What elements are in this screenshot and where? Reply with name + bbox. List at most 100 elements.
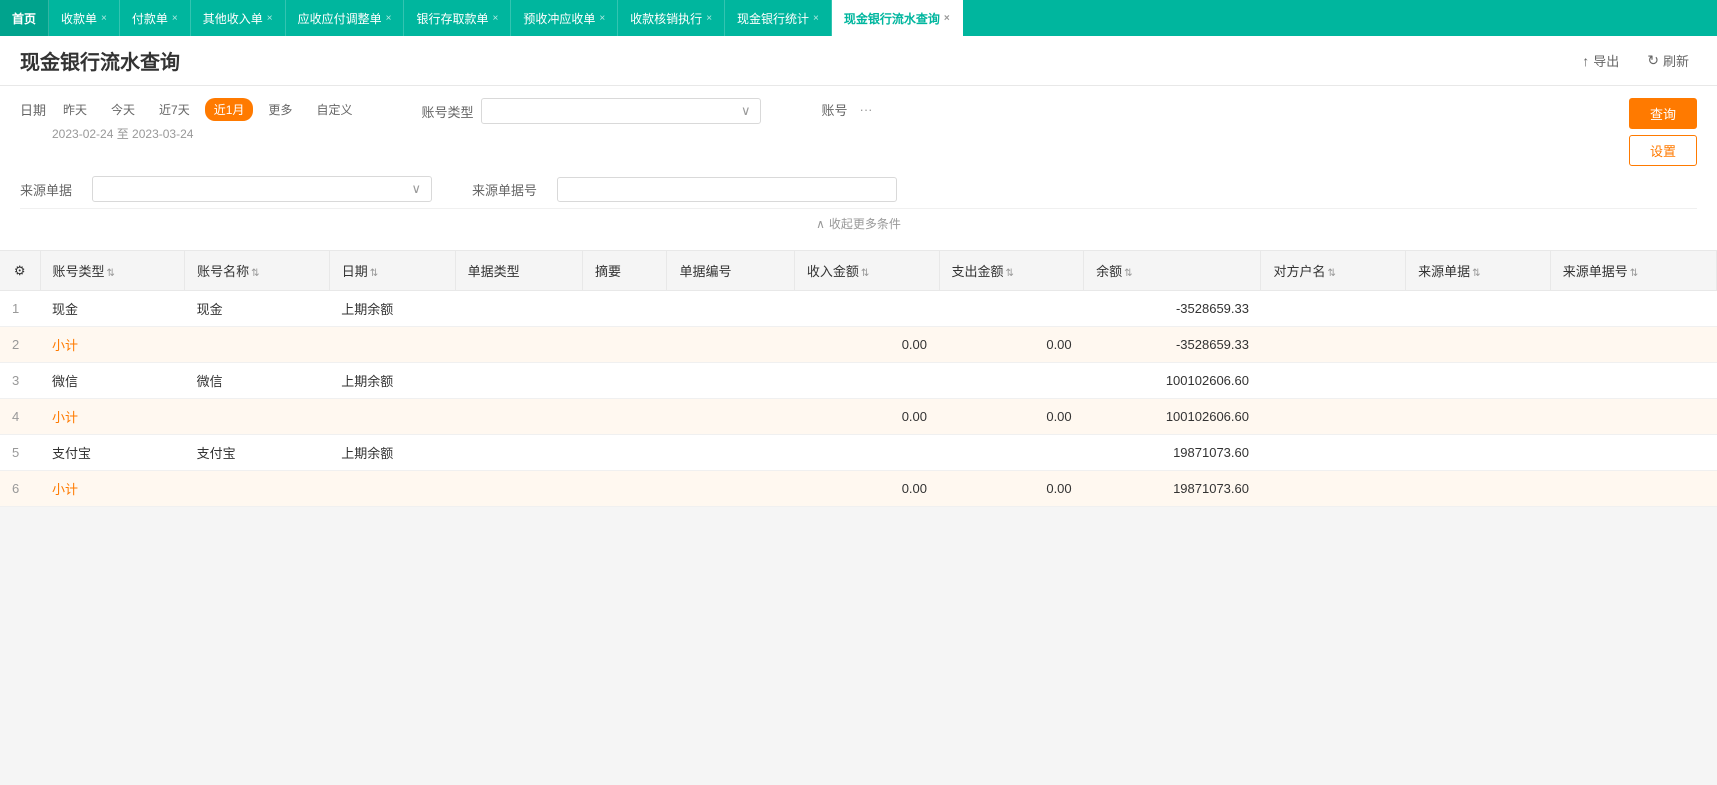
- col-account-type[interactable]: 账号类型⇅: [40, 251, 185, 291]
- date-btn-today[interactable]: 今天: [102, 98, 144, 121]
- col-balance[interactable]: 余额⇅: [1084, 251, 1261, 291]
- nav-tab-home[interactable]: 首页: [0, 0, 49, 36]
- close-icon[interactable]: ×: [386, 13, 392, 24]
- date-btn-7days[interactable]: 近7天: [150, 98, 199, 121]
- account-type-cell: 小计: [40, 471, 185, 507]
- tab-label: 收款核销执行: [630, 10, 702, 27]
- date-cell: 上期余额: [329, 291, 455, 327]
- sort-icon: ⇅: [1328, 268, 1336, 279]
- income-cell: [794, 363, 939, 399]
- account-type-cell: 支付宝: [40, 435, 185, 471]
- nav-tab-bank-flow[interactable]: 现金银行流水查询 ×: [832, 0, 963, 36]
- sort-icon: ⇅: [1630, 268, 1638, 279]
- col-source-doc[interactable]: 来源单据⇅: [1406, 251, 1551, 291]
- col-counterpart[interactable]: 对方户名⇅: [1261, 251, 1406, 291]
- page-title: 现金银行流水查询: [20, 46, 180, 75]
- nav-tab-receipt[interactable]: 收款单 ×: [49, 0, 120, 36]
- source-doc-num-label: 来源单据号: [472, 180, 537, 199]
- page-header: 现金银行流水查询 ↑ 导出 ↻ 刷新: [0, 36, 1717, 86]
- row-num: 6: [0, 471, 40, 507]
- nav-tab-payment[interactable]: 付款单 ×: [120, 0, 191, 36]
- collapse-filter-toggle[interactable]: ∧ 收起更多条件: [20, 208, 1697, 238]
- date-btn-yesterday[interactable]: 昨天: [54, 98, 96, 121]
- doc-no-cell: [667, 435, 794, 471]
- doc-no-cell: [667, 363, 794, 399]
- income-cell: 0.00: [794, 327, 939, 363]
- source-doc-no-cell: [1550, 435, 1716, 471]
- header-actions: ↑ 导出 ↻ 刷新: [1574, 47, 1697, 74]
- close-icon[interactable]: ×: [813, 13, 819, 24]
- sort-icon: ⇅: [251, 268, 259, 279]
- close-icon[interactable]: ×: [267, 13, 273, 24]
- expense-cell: 0.00: [939, 399, 1084, 435]
- balance-cell: 100102606.60: [1084, 363, 1261, 399]
- date-btn-custom[interactable]: 自定义: [307, 98, 361, 121]
- source-doc-cell: [1406, 471, 1551, 507]
- refresh-label: 刷新: [1663, 51, 1689, 70]
- table-row: 3微信微信上期余额100102606.60: [0, 363, 1717, 399]
- tab-label: 付款单: [132, 10, 168, 27]
- nav-tab-prepayment[interactable]: 预收冲应收单 ×: [511, 0, 618, 36]
- tab-label: 银行存取款单: [416, 10, 488, 27]
- nav-tab-bank-stats[interactable]: 现金银行统计 ×: [725, 0, 832, 36]
- export-button[interactable]: ↑ 导出: [1574, 47, 1627, 74]
- close-icon[interactable]: ×: [944, 13, 950, 24]
- account-type-cell: 小计: [40, 327, 185, 363]
- balance-cell: -3528659.33: [1084, 291, 1261, 327]
- col-expense[interactable]: 支出金额⇅: [939, 251, 1084, 291]
- doc-type-cell: [455, 435, 582, 471]
- sort-icon: ⇅: [1124, 268, 1132, 279]
- expense-cell: 0.00: [939, 327, 1084, 363]
- source-doc-cell: [1406, 435, 1551, 471]
- sort-icon: ⇅: [107, 268, 115, 279]
- nav-tab-adjustment[interactable]: 应收应付调整单 ×: [286, 0, 405, 36]
- account-type-select[interactable]: ∨: [481, 98, 761, 124]
- summary-cell: [583, 291, 667, 327]
- date-btn-1month[interactable]: 近1月: [205, 98, 254, 121]
- close-icon[interactable]: ×: [101, 13, 107, 24]
- counterpart-cell: [1261, 327, 1406, 363]
- income-cell: [794, 291, 939, 327]
- source-doc-num-input[interactable]: [557, 177, 897, 202]
- row-num: 5: [0, 435, 40, 471]
- source-doc-no-cell: [1550, 363, 1716, 399]
- close-icon[interactable]: ×: [599, 13, 605, 24]
- counterpart-cell: [1261, 363, 1406, 399]
- account-name-cell: [185, 471, 330, 507]
- export-label: 导出: [1593, 51, 1619, 70]
- doc-no-cell: [667, 399, 794, 435]
- dropdown-arrow-icon-2: ∨: [412, 181, 422, 197]
- doc-type-cell: [455, 471, 582, 507]
- balance-cell: 19871073.60: [1084, 435, 1261, 471]
- date-cell: [329, 399, 455, 435]
- source-doc-no-cell: [1550, 399, 1716, 435]
- account-type-cell: 小计: [40, 399, 185, 435]
- doc-no-cell: [667, 327, 794, 363]
- close-icon[interactable]: ×: [492, 13, 498, 24]
- col-source-doc-no[interactable]: 来源单据号⇅: [1550, 251, 1716, 291]
- close-icon[interactable]: ×: [172, 13, 178, 24]
- nav-tab-writeoff[interactable]: 收款核销执行 ×: [618, 0, 725, 36]
- dropdown-arrow-icon: ∨: [741, 103, 751, 119]
- refresh-button[interactable]: ↻ 刷新: [1639, 47, 1697, 74]
- source-doc-select[interactable]: ∨: [92, 176, 432, 202]
- col-income[interactable]: 收入金额⇅: [794, 251, 939, 291]
- col-settings[interactable]: ⚙: [0, 251, 40, 291]
- col-account-name[interactable]: 账号名称⇅: [185, 251, 330, 291]
- col-doc-type: 单据类型: [455, 251, 582, 291]
- summary-cell: [583, 327, 667, 363]
- counterpart-cell: [1261, 399, 1406, 435]
- account-name-cell: [185, 327, 330, 363]
- settings-button[interactable]: 设置: [1629, 135, 1697, 166]
- close-icon[interactable]: ×: [706, 13, 712, 24]
- date-btn-more[interactable]: 更多: [259, 98, 301, 121]
- query-button[interactable]: 查询: [1629, 98, 1697, 129]
- tab-label: 现金银行统计: [737, 10, 809, 27]
- sort-icon: ⇅: [1472, 268, 1480, 279]
- nav-tab-other-income[interactable]: 其他收入单 ×: [191, 0, 286, 36]
- nav-tab-bank-deposit[interactable]: 银行存取款单 ×: [404, 0, 511, 36]
- collapse-label: 收起更多条件: [829, 215, 901, 232]
- col-date[interactable]: 日期⇅: [329, 251, 455, 291]
- more-options-icon[interactable]: ···: [855, 98, 876, 121]
- income-cell: 0.00: [794, 471, 939, 507]
